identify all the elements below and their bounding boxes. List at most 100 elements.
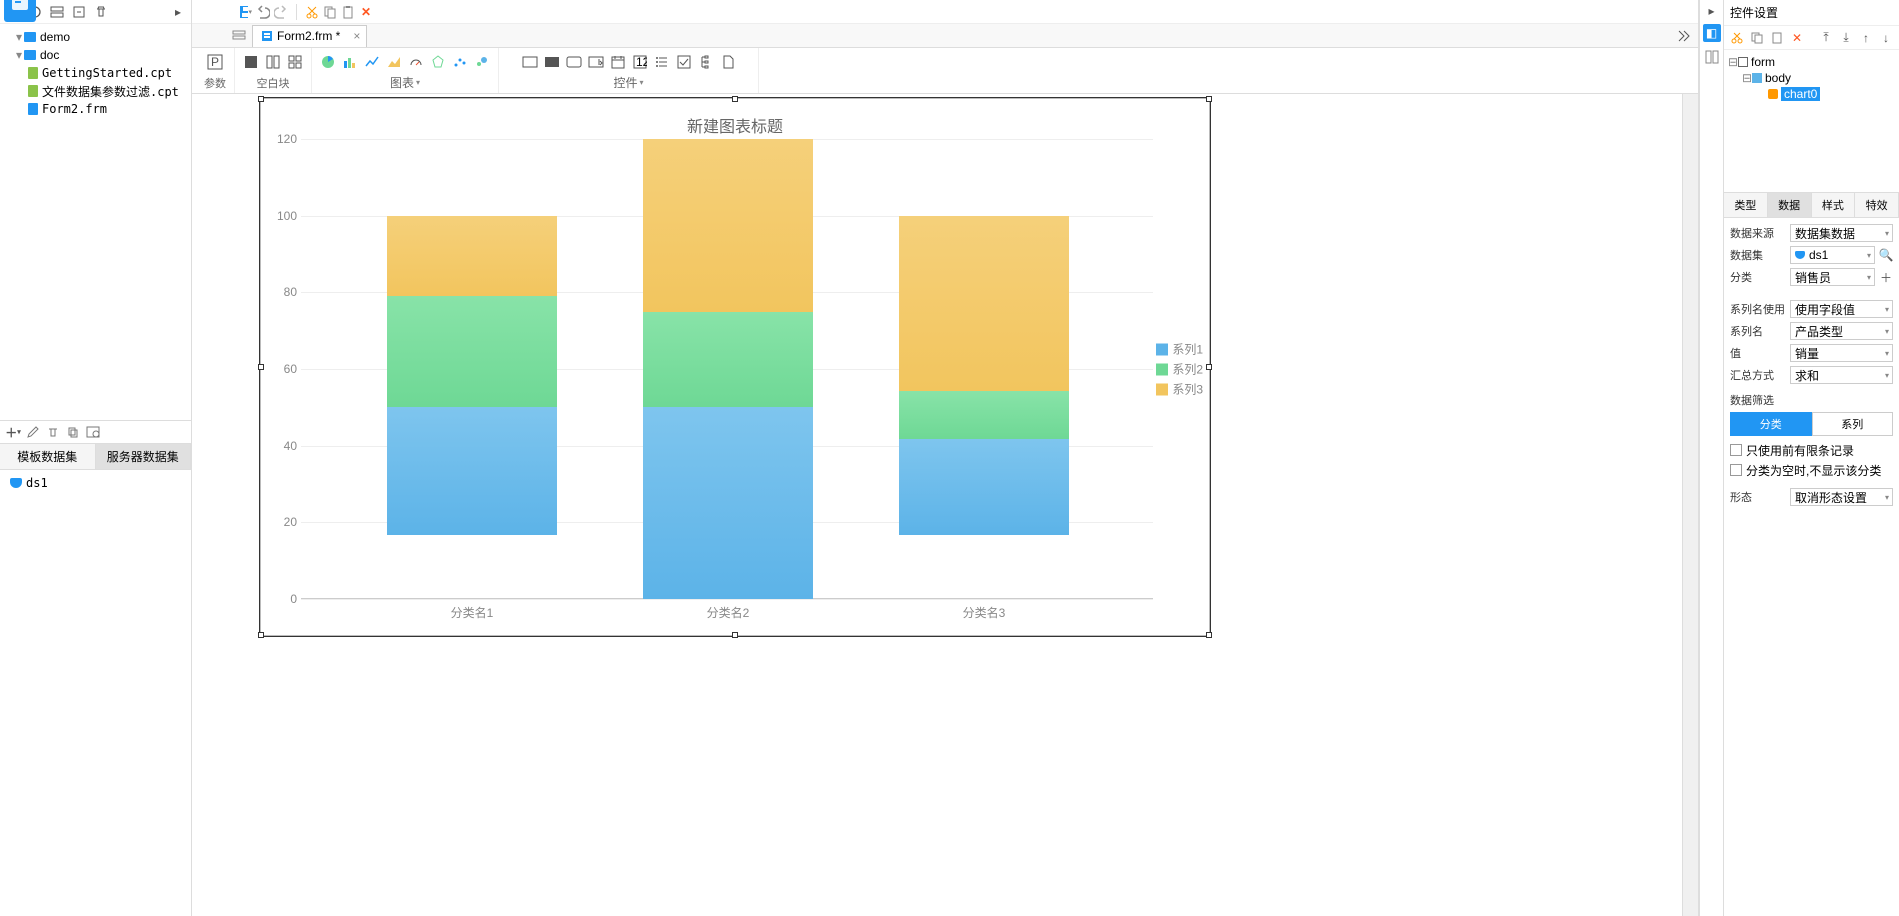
cut-icon[interactable]: [1730, 31, 1744, 45]
paste-icon[interactable]: [341, 5, 355, 19]
tree-node-chart[interactable]: chart0: [1728, 86, 1895, 102]
resize-handle[interactable]: [732, 96, 738, 102]
checkbox-hide-empty[interactable]: 分类为空时,不显示该分类: [1730, 460, 1893, 480]
copy-icon[interactable]: [1750, 31, 1764, 45]
collapse-icon[interactable]: [72, 5, 86, 19]
move-bottom-icon[interactable]: ⤓: [1839, 31, 1853, 45]
chart-title: 新建图表标题: [261, 99, 1209, 143]
dock-tab-2[interactable]: [1703, 48, 1721, 66]
ribbon: P 参数 空白块: [192, 48, 1698, 94]
series-name-select[interactable]: 产品类型▾: [1790, 322, 1893, 340]
button-icon[interactable]: [566, 54, 582, 70]
tree-node-body[interactable]: ⊟body: [1728, 70, 1895, 86]
filter-segment: 分类 系列: [1730, 412, 1893, 436]
date-icon[interactable]: [610, 54, 626, 70]
tree-file[interactable]: 文件数据集参数过滤.cpt: [0, 82, 191, 100]
tree-folder-doc[interactable]: ▾doc: [0, 46, 191, 64]
expand-right-icon[interactable]: ▸: [1705, 4, 1719, 18]
tree-file[interactable]: Form2.frm: [0, 100, 191, 118]
resize-handle[interactable]: [258, 364, 264, 370]
checkbox-limit[interactable]: 只使用前有限条记录: [1730, 440, 1893, 460]
blank-fill-icon[interactable]: [243, 54, 259, 70]
check-icon[interactable]: [676, 54, 692, 70]
search-icon[interactable]: 🔍: [1879, 248, 1893, 262]
dock-tab-1[interactable]: ◧: [1703, 24, 1721, 42]
gauge-icon[interactable]: [408, 54, 424, 70]
param-icon[interactable]: P: [207, 54, 223, 70]
add-icon[interactable]: ＋: [1879, 270, 1893, 284]
tab-template-dataset[interactable]: 模板数据集: [0, 444, 96, 469]
move-down-icon[interactable]: ↓: [1879, 31, 1893, 45]
tree-icon[interactable]: [698, 54, 714, 70]
tab-options-icon[interactable]: [1678, 30, 1698, 42]
delete-icon[interactable]: ✕: [1790, 31, 1804, 45]
pie-chart-icon[interactable]: [320, 54, 336, 70]
chart-widget[interactable]: 新建图表标题 020406080100120分类名1分类名2分类名3系列1系列2…: [260, 98, 1210, 636]
edit-dataset-icon[interactable]: [26, 425, 40, 439]
dataset-select[interactable]: ds1▾: [1790, 246, 1875, 264]
tab-list-icon[interactable]: [232, 29, 246, 43]
resize-handle[interactable]: [258, 632, 264, 638]
redo-icon[interactable]: [274, 5, 288, 19]
move-top-icon[interactable]: ⤒: [1819, 31, 1833, 45]
bubble-icon[interactable]: [474, 54, 490, 70]
delete-icon[interactable]: ✕: [359, 5, 373, 19]
tree-file[interactable]: GettingStarted.cpt: [0, 64, 191, 82]
preview-dataset-icon[interactable]: [86, 425, 100, 439]
label-icon[interactable]: [544, 54, 560, 70]
view-icon[interactable]: [50, 5, 64, 19]
tab-style[interactable]: 样式: [1812, 193, 1856, 217]
expand-panel-icon[interactable]: ▸: [171, 5, 185, 19]
paste-icon[interactable]: [1770, 31, 1784, 45]
tree-node-form[interactable]: ⊟form: [1728, 54, 1895, 70]
radar-icon[interactable]: [430, 54, 446, 70]
close-tab-icon[interactable]: ×: [353, 29, 360, 43]
ribbon-label: 参数: [204, 75, 226, 91]
delete-dataset-icon[interactable]: [46, 425, 60, 439]
bar-chart-icon[interactable]: [342, 54, 358, 70]
series-use-select[interactable]: 使用字段值▾: [1790, 300, 1893, 318]
move-up-icon[interactable]: ↑: [1859, 31, 1873, 45]
combo-icon[interactable]: [588, 54, 604, 70]
scatter-icon[interactable]: [452, 54, 468, 70]
list-icon[interactable]: [654, 54, 670, 70]
dataset-item[interactable]: ds1: [4, 474, 187, 492]
panel-toolbar: ✕ ⤒ ⤓ ↑ ↓: [1724, 26, 1899, 50]
undo-icon[interactable]: [256, 5, 270, 19]
tab-data[interactable]: 数据: [1768, 193, 1812, 217]
seg-series[interactable]: 系列: [1812, 412, 1894, 436]
seg-category[interactable]: 分类: [1730, 412, 1812, 436]
blank-grid-icon[interactable]: [287, 54, 303, 70]
canvas[interactable]: 新建图表标题 020406080100120分类名1分类名2分类名3系列1系列2…: [192, 94, 1682, 916]
number-icon[interactable]: 12: [632, 54, 648, 70]
shape-select[interactable]: 取消形态设置▾: [1790, 488, 1893, 506]
resize-handle[interactable]: [732, 632, 738, 638]
text-input-icon[interactable]: [522, 54, 538, 70]
data-source-select[interactable]: 数据集数据▾: [1790, 224, 1893, 242]
value-select[interactable]: 销量▾: [1790, 344, 1893, 362]
tab-type[interactable]: 类型: [1724, 193, 1768, 217]
save-icon[interactable]: ▾: [238, 5, 252, 19]
copy-icon[interactable]: [323, 5, 337, 19]
line-chart-icon[interactable]: [364, 54, 380, 70]
file-icon[interactable]: [720, 54, 736, 70]
vertical-scrollbar[interactable]: [1682, 94, 1698, 916]
resize-handle[interactable]: [1206, 96, 1212, 102]
app-logo-button[interactable]: [4, 0, 36, 22]
tree-folder-demo[interactable]: ▾demo: [0, 28, 191, 46]
add-dataset-icon[interactable]: ＋▾: [6, 425, 20, 439]
copy-dataset-icon[interactable]: [66, 425, 80, 439]
file-label: 文件数据集参数过滤.cpt: [42, 83, 179, 100]
document-tab[interactable]: Form2.frm * ×: [252, 25, 367, 47]
blank-cols-icon[interactable]: [265, 54, 281, 70]
cut-icon[interactable]: [305, 5, 319, 19]
area-chart-icon[interactable]: [386, 54, 402, 70]
category-select[interactable]: 销售员▾: [1790, 268, 1875, 286]
agg-select[interactable]: 求和▾: [1790, 366, 1893, 384]
tab-server-dataset[interactable]: 服务器数据集: [96, 444, 192, 469]
tab-effect[interactable]: 特效: [1855, 193, 1899, 217]
resize-handle[interactable]: [1206, 632, 1212, 638]
delete-icon[interactable]: [94, 5, 108, 19]
resize-handle[interactable]: [258, 96, 264, 102]
resize-handle[interactable]: [1206, 364, 1212, 370]
